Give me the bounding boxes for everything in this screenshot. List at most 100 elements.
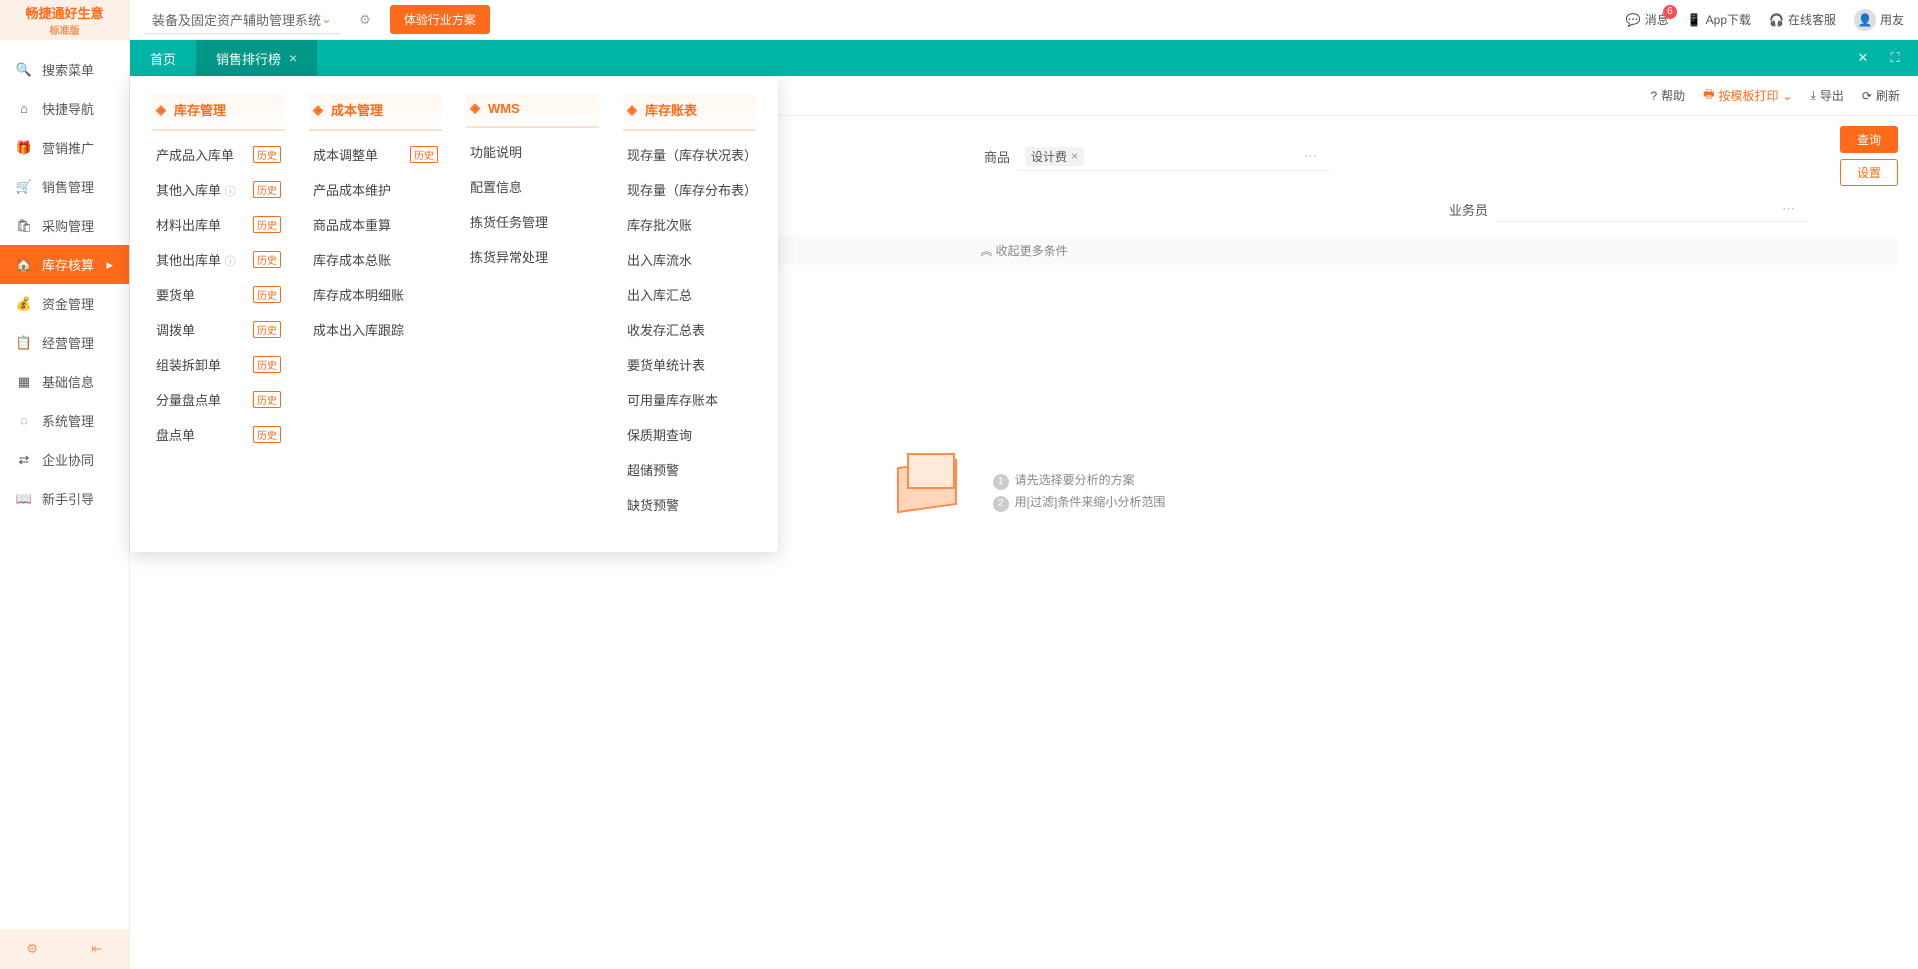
tab-0[interactable]: 首页 bbox=[130, 40, 196, 76]
sidebar-item-6[interactable]: 💰资金管理 bbox=[0, 284, 129, 323]
logo[interactable]: 畅捷通好生意 标准版 bbox=[0, 0, 129, 40]
sidebar-item-0[interactable]: 🔍搜索菜单 bbox=[0, 50, 129, 89]
sidebar-item-7[interactable]: 📋经营管理 bbox=[0, 323, 129, 362]
mega-item-3-4[interactable]: 出入库汇总 bbox=[623, 277, 756, 312]
sidebar-item-5[interactable]: 🏠库存核算▸ bbox=[0, 245, 129, 284]
sidebar-item-11[interactable]: 📖新手引导 bbox=[0, 479, 129, 518]
messages-button[interactable]: 💬 消息 6 bbox=[1626, 11, 1669, 28]
user-menu[interactable]: 👤 用友 bbox=[1854, 9, 1904, 31]
product-chip[interactable]: 设计费× bbox=[1025, 147, 1084, 166]
gift-icon: 🎁 bbox=[16, 140, 32, 156]
history-badge[interactable]: 历史 bbox=[253, 146, 281, 163]
fullscreen-icon[interactable]: ⛶ bbox=[1882, 45, 1908, 71]
salesperson-field[interactable]: ⋯ bbox=[1496, 196, 1808, 222]
mega-item-2-1[interactable]: 配置信息 bbox=[466, 169, 599, 204]
sidebar-item-8[interactable]: ▦基础信息 bbox=[0, 362, 129, 401]
help-icon: ? bbox=[1650, 89, 1657, 103]
history-badge[interactable]: 历史 bbox=[253, 286, 281, 303]
mega-item-1-0[interactable]: 成本调整单历史 bbox=[309, 137, 442, 172]
mega-item-1-2[interactable]: 商品成本重算 bbox=[309, 207, 442, 242]
tab-1[interactable]: 销售排行榜× bbox=[196, 40, 317, 76]
mega-item-2-0[interactable]: 功能说明 bbox=[466, 134, 599, 169]
more-icon[interactable]: ⋯ bbox=[1776, 201, 1801, 217]
chevron-up-icon: ︽ bbox=[980, 244, 992, 258]
system-selector-label: 装备及固定资产辅助管理系统 bbox=[152, 10, 321, 29]
mega-item-0-1[interactable]: 其他入库单 ⓘ历史 bbox=[152, 172, 285, 207]
mega-item-3-10[interactable]: 缺货预警 bbox=[623, 487, 756, 522]
mega-item-3-1[interactable]: 现存量（库存分布表） bbox=[623, 172, 756, 207]
tabs-bar: 首页销售排行榜× ✕ ⛶ bbox=[130, 40, 1918, 76]
system-selector[interactable]: 装备及固定资产辅助管理系统 ⌄ bbox=[144, 6, 340, 34]
sidebar-item-label: 新手引导 bbox=[42, 489, 94, 508]
mega-item-0-3[interactable]: 其他出库单 ⓘ历史 bbox=[152, 242, 285, 277]
mega-item-label: 缺货预警 bbox=[627, 495, 679, 514]
mega-col-3: ◈库存账表现存量（库存状况表）现存量（库存分布表）库存批次账出入库流水出入库汇总… bbox=[611, 94, 768, 522]
mega-item-0-5[interactable]: 调拨单历史 bbox=[152, 312, 285, 347]
tabs-actions: ✕ ⛶ bbox=[1850, 40, 1918, 76]
app-download-button[interactable]: 📱 App下载 bbox=[1687, 11, 1751, 28]
template-print-button[interactable]: 🖶按模板打印⌄ bbox=[1703, 85, 1792, 106]
history-badge[interactable]: 历史 bbox=[253, 181, 281, 198]
mega-item-0-2[interactable]: 材料出库单历史 bbox=[152, 207, 285, 242]
topbar: 装备及固定资产辅助管理系统 ⌄ ⚙ 体验行业方案 💬 消息 6 📱 App下载 … bbox=[130, 0, 1918, 40]
sidebar-item-label: 基础信息 bbox=[42, 372, 94, 391]
mega-item-label: 超储预警 bbox=[627, 460, 679, 479]
mega-item-1-1[interactable]: 产品成本维护 bbox=[309, 172, 442, 207]
message-icon: 💬 bbox=[1626, 13, 1641, 27]
mega-item-0-6[interactable]: 组装拆卸单历史 bbox=[152, 347, 285, 382]
mega-item-1-5[interactable]: 成本出入库跟踪 bbox=[309, 312, 442, 347]
refresh-button[interactable]: ⟳刷新 bbox=[1862, 87, 1900, 104]
more-icon[interactable]: ⋯ bbox=[1298, 148, 1323, 164]
sidebar-item-1[interactable]: ⌂快捷导航 bbox=[0, 89, 129, 128]
sidebar-item-3[interactable]: 🛒销售管理 bbox=[0, 167, 129, 206]
product-field[interactable]: 设计费× ⋯ bbox=[1018, 142, 1330, 171]
mega-item-0-7[interactable]: 分量盘点单历史 bbox=[152, 382, 285, 417]
history-badge[interactable]: 历史 bbox=[253, 216, 281, 233]
mega-item-1-4[interactable]: 库存成本明细账 bbox=[309, 277, 442, 312]
money-icon: 💰 bbox=[16, 296, 32, 312]
mega-item-0-0[interactable]: 产成品入库单 历史 bbox=[152, 137, 285, 172]
mega-item-3-2[interactable]: 库存批次账 bbox=[623, 207, 756, 242]
history-badge[interactable]: 历史 bbox=[253, 251, 281, 268]
sidebar-item-10[interactable]: ⇄企业协同 bbox=[0, 440, 129, 479]
mega-item-1-3[interactable]: 库存成本总账 bbox=[309, 242, 442, 277]
tab-close-icon[interactable]: × bbox=[289, 50, 297, 66]
history-badge[interactable]: 历史 bbox=[253, 391, 281, 408]
mega-item-3-9[interactable]: 超储预警 bbox=[623, 452, 756, 487]
mega-item-label: 库存批次账 bbox=[627, 215, 692, 234]
mega-item-3-0[interactable]: 现存量（库存状况表） bbox=[623, 137, 756, 172]
mega-item-3-7[interactable]: 可用量库存账本 bbox=[623, 382, 756, 417]
mega-item-3-6[interactable]: 要货单统计表 bbox=[623, 347, 756, 382]
history-badge[interactable]: 历史 bbox=[253, 356, 281, 373]
chip-remove-icon[interactable]: × bbox=[1071, 149, 1078, 163]
query-button[interactable]: 查询 bbox=[1840, 126, 1898, 153]
history-badge[interactable]: 历史 bbox=[253, 426, 281, 443]
mega-col-header: ◈库存管理 bbox=[152, 94, 285, 131]
sidebar-item-label: 营销推广 bbox=[42, 138, 94, 157]
mega-item-3-8[interactable]: 保质期查询 bbox=[623, 417, 756, 452]
mega-item-0-8[interactable]: 盘点单历史 bbox=[152, 417, 285, 452]
export-button[interactable]: ⤓导出 bbox=[1811, 87, 1844, 104]
help-button[interactable]: ?帮助 bbox=[1650, 87, 1685, 104]
industry-plan-button[interactable]: 体验行业方案 bbox=[390, 5, 490, 34]
mega-item-0-4[interactable]: 要货单历史 bbox=[152, 277, 285, 312]
mega-item-3-5[interactable]: 收发存汇总表 bbox=[623, 312, 756, 347]
collapse-icon[interactable]: ⇤ bbox=[84, 936, 110, 962]
mega-item-2-2[interactable]: 拣货任务管理 bbox=[466, 204, 599, 239]
sidebar-item-4[interactable]: 🛍采购管理 bbox=[0, 206, 129, 245]
gear-icon[interactable]: ⚙ bbox=[352, 7, 378, 33]
close-all-icon[interactable]: ✕ bbox=[1850, 45, 1876, 71]
mega-item-3-3[interactable]: 出入库流水 bbox=[623, 242, 756, 277]
mega-item-label: 可用量库存账本 bbox=[627, 390, 718, 409]
sidebar-item-label: 采购管理 bbox=[42, 216, 94, 235]
gear-icon[interactable]: ⚙ bbox=[19, 936, 45, 962]
online-service-button[interactable]: 🎧 在线客服 bbox=[1769, 11, 1836, 28]
sidebar-item-label: 销售管理 bbox=[42, 177, 94, 196]
mega-item-2-3[interactable]: 拣货异常处理 bbox=[466, 239, 599, 274]
history-badge[interactable]: 历史 bbox=[253, 321, 281, 338]
sidebar-item-2[interactable]: 🎁 营销推广 bbox=[0, 128, 129, 167]
settings-button[interactable]: 设置 bbox=[1840, 159, 1898, 186]
mega-item-label: 产成品入库单 bbox=[156, 145, 234, 164]
sidebar-item-9[interactable]: ◌系统管理 bbox=[0, 401, 129, 440]
history-badge[interactable]: 历史 bbox=[410, 146, 438, 163]
